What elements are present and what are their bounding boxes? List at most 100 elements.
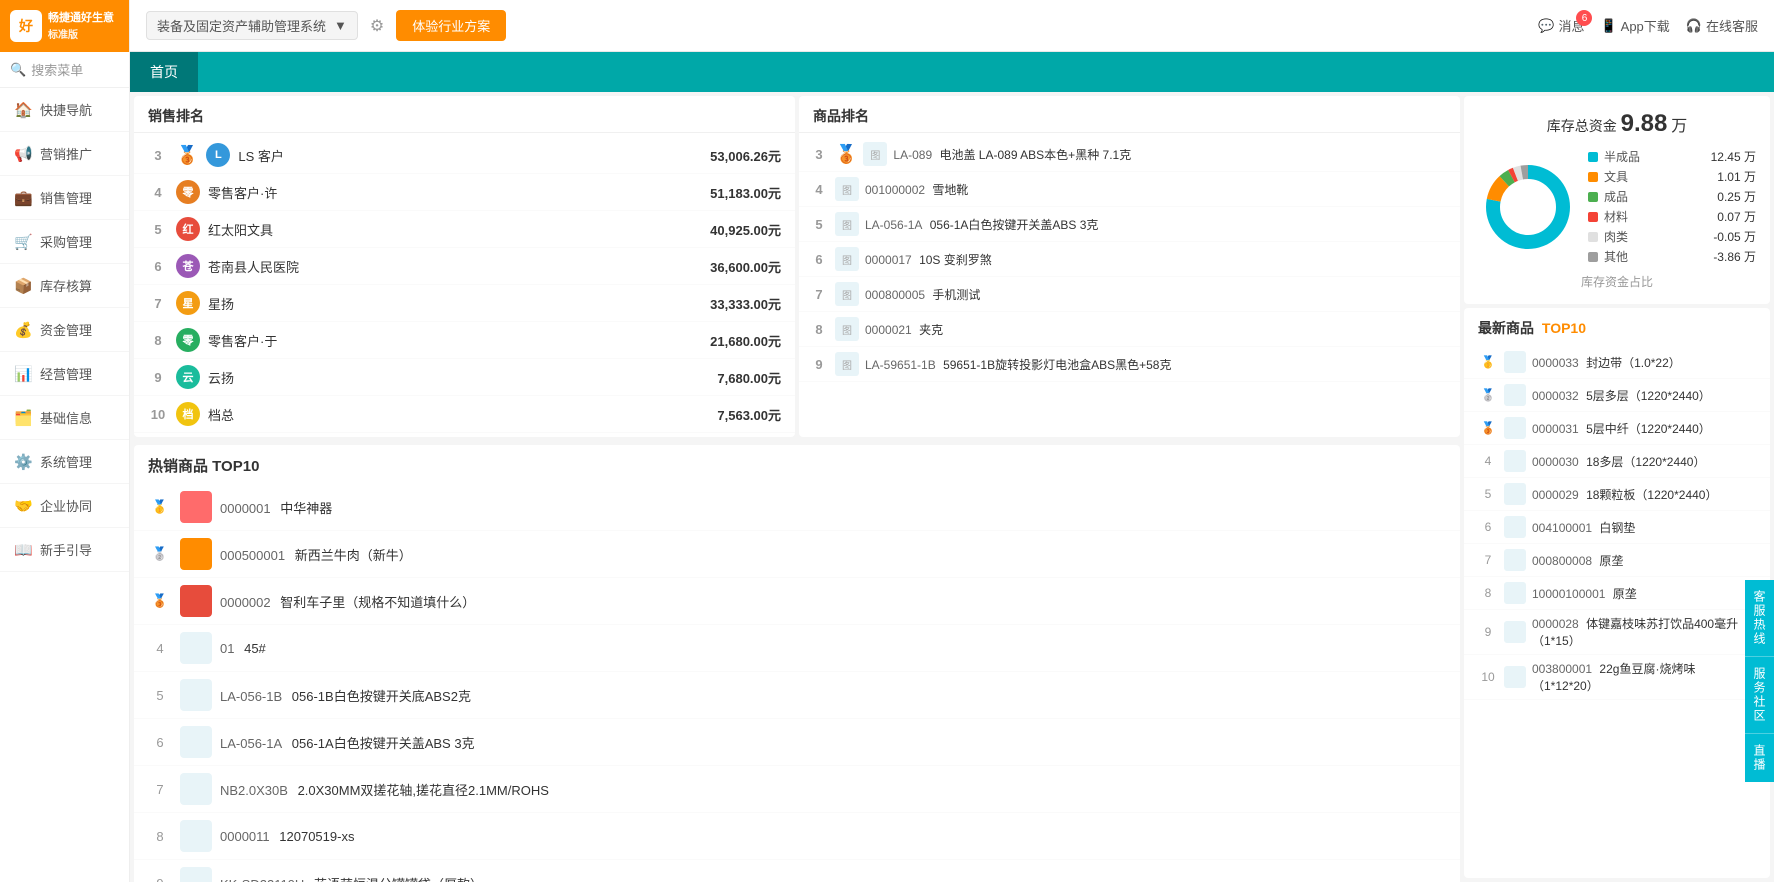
sidebar-item-sales[interactable]: 💼 销售管理 [0,176,129,220]
product-thumbnail: 图 [863,142,887,166]
bronze-medal-icon: 🥉 [176,145,198,166]
sidebar-item-finance[interactable]: 💰 资金管理 [0,308,129,352]
customer-avatar: 星 [176,291,200,315]
rank-number: 9 [148,370,168,385]
sidebar-item-purchase[interactable]: 🛒 采购管理 [0,220,129,264]
rank-number: 5 [148,222,168,237]
app-download-button[interactable]: 📱 App下载 [1600,16,1669,35]
sales-ranking-panel: 销售排名 3 🥉 L LS 客户 53,006.26元 4 零 [134,96,795,437]
list-item: 7 图 000800005 手机测试 [799,277,1460,312]
product-code: NB2.0X30B [220,783,288,798]
product-info: 000500001 新西兰牛肉（新牛） [220,545,1446,564]
product-info: 0000001 中华神器 [220,498,1446,517]
rank-number: 4 [809,182,829,197]
sidebar-item-guide[interactable]: 📖 新手引导 [0,528,129,572]
customer-avatar: 档 [176,402,200,426]
logo-sub: 标准版 [48,26,114,41]
rank-number: 🥇 [148,499,172,515]
legend-value: 12.45 万 [1711,148,1756,165]
customer-service-button[interactable]: 客服热线 [1745,580,1774,657]
product-thumbnail [180,773,212,805]
sidebar-item-label: 快捷导航 [40,100,92,119]
float-buttons: 客服热线 服务社区 直播 [1745,580,1774,782]
inventory-donut-chart [1478,157,1578,257]
message-icon: 💬 [1538,18,1554,34]
sidebar-item-basic[interactable]: 🗂️ 基础信息 [0,396,129,440]
legend-item-semifinished: 半成品 12.45 万 [1588,148,1756,165]
message-badge: 6 [1576,10,1592,26]
product-code: 000800008 [1532,554,1592,568]
customer-avatar: 云 [176,365,200,389]
tab-home[interactable]: 首页 [130,52,198,92]
rank-number: 🥇 [1478,355,1498,369]
sidebar-item-label: 销售管理 [40,188,92,207]
search-icon: 🔍 [10,62,26,78]
logo-text: 畅捷通好生意 [48,11,114,25]
sidebar-item-home[interactable]: 🏠 快捷导航 [0,88,129,132]
product-info: KK-SD22110H 花语萌恒温分罐罐袋（厚款） [220,874,1446,882]
sale-amount: 36,600.00元 [710,257,781,276]
content-area: 销售排名 3 🥉 L LS 客户 53,006.26元 4 零 [130,92,1774,882]
legend-value: 0.07 万 [1717,208,1756,225]
online-service-label: 在线客服 [1706,16,1758,35]
product-info: 0000029 18颗粒板（1220*2440） [1532,486,1756,503]
customer-name: 云扬 [208,368,709,387]
legend-item-meat: 肉类 -0.05 万 [1588,228,1756,245]
product-name: 白钢垫 [1599,521,1635,535]
product-code: 0000011 [220,829,270,844]
product-name: 056-1B白色按键开关底ABS2克 [292,689,471,704]
product-code: 0000002 [220,595,271,610]
sale-amount: 51,183.00元 [710,183,781,202]
list-item: 6 LA-056-1A 056-1A白色按键开关盖ABS 3克 [134,719,1460,766]
list-item: 4 零 零售客户·许 51,183.00元 [134,174,795,211]
search-menu[interactable]: 🔍 搜索菜单 [0,52,129,88]
phone-icon: 📱 [1600,18,1616,34]
sale-amount: 7,680.00元 [717,368,781,387]
online-service-button[interactable]: 🎧 在线客服 [1686,16,1758,35]
live-broadcast-button[interactable]: 直播 [1745,734,1774,782]
legend-dot-meat [1588,232,1598,242]
service-community-button[interactable]: 服务社区 [1745,657,1774,734]
rank-number: 9 [1478,625,1498,639]
list-item: 8 10000100001 原垄 [1464,577,1770,610]
product-name: 智利车子里（规格不知道填什么） [280,595,475,610]
sidebar-item-system[interactable]: ⚙️ 系统管理 [0,440,129,484]
product-info: 0000021 夹克 [865,321,1450,338]
product-name: 45# [244,641,266,656]
list-item: 5 0000029 18颗粒板（1220*2440） [1464,478,1770,511]
messages-button[interactable]: 💬 消息 6 [1538,16,1584,35]
system-selector[interactable]: 装备及固定资产辅助管理系统 ▼ [146,11,358,40]
product-name: 原垄 [1613,587,1637,601]
trial-button[interactable]: 体验行业方案 [396,10,506,41]
product-code: 0000001 [220,501,271,516]
product-info: LA-056-1A 056-1A白色按键开关盖ABS 3克 [220,733,1446,752]
sidebar-item-enterprise[interactable]: 🤝 企业协同 [0,484,129,528]
list-item: 8 0000011 12070519-xs [134,813,1460,860]
rank-number: 8 [1478,586,1498,600]
rank-number: 6 [148,735,172,750]
product-info: 003800001 22g鱼豆腐·烧烤味（1*12*20） [1532,660,1756,694]
list-item: 5 LA-056-1B 056-1B白色按键开关底ABS2克 [134,672,1460,719]
sidebar-item-operations[interactable]: 📊 经营管理 [0,352,129,396]
sidebar-item-inventory[interactable]: 📦 库存核算 [0,264,129,308]
legend-name: 半成品 [1604,148,1705,165]
product-info: 0000033 封边带（1.0*22） [1532,354,1756,371]
list-item: 6 图 0000017 10S 变刹罗煞 [799,242,1460,277]
product-info: 0000017 10S 变刹罗煞 [865,251,1450,268]
settings-icon[interactable]: ⚙ [370,16,384,36]
list-item: 8 零 零售客户·于 21,680.00元 [134,322,795,359]
sales-ranking-title: 销售排名 [148,106,204,126]
product-info: 0000002 智利车子里（规格不知道填什么） [220,592,1446,611]
rank-number: 9 [809,357,829,372]
list-item: 6 苍 苍南县人民医院 36,600.00元 [134,248,795,285]
sidebar-item-label: 新手引导 [40,540,92,559]
product-code: KK-SD22110H [220,877,304,882]
rank-number: 3 [809,147,829,162]
legend-dot-finished [1588,192,1598,202]
sidebar-item-marketing[interactable]: 📢 营销推广 [0,132,129,176]
top-section: 销售排名 3 🥉 L LS 客户 53,006.26元 4 零 [130,92,1464,441]
product-name: 056-1A白色按键开关盖ABS 3克 [292,736,475,751]
product-thumbnail: 图 [835,282,859,306]
rank-number: 7 [148,782,172,797]
marketing-icon: 📢 [14,145,32,163]
